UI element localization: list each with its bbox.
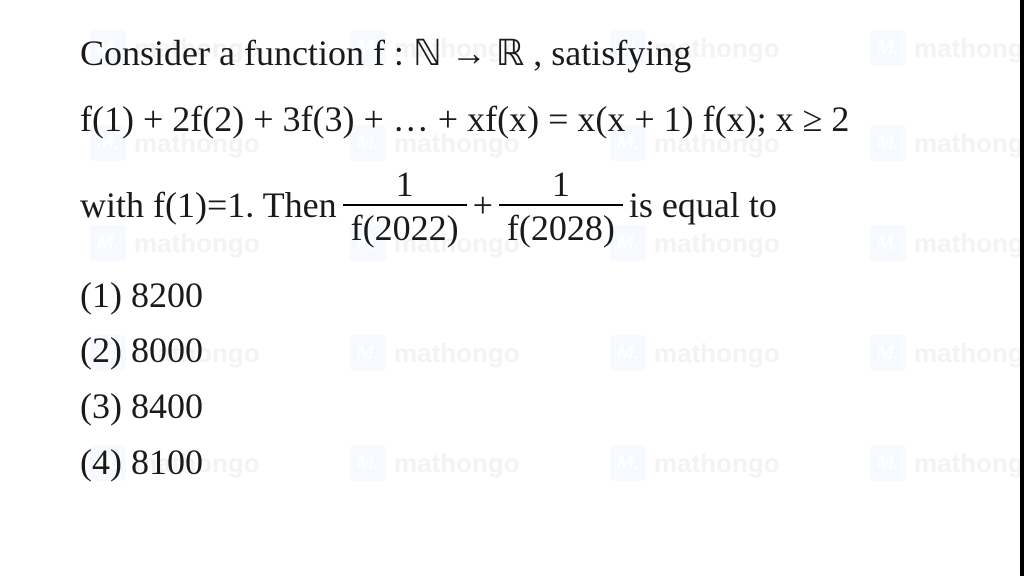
text-segment: is equal to (629, 178, 777, 234)
text-segment: Consider a function f : (80, 33, 413, 73)
option-value: 8000 (131, 330, 203, 370)
blackboard-r: ℝ (496, 33, 525, 73)
fraction-1: 1 f(2022) (343, 166, 467, 246)
option-label: (3) (80, 386, 122, 426)
option-value: 8400 (131, 386, 203, 426)
question-line-1: Consider a function f : ℕ → ℝ , satisfyi… (80, 26, 984, 82)
plus-sign: + (473, 178, 493, 234)
fraction-numerator: 1 (544, 166, 578, 204)
option-2[interactable]: (2) 8000 (80, 323, 984, 379)
option-label: (1) (80, 275, 122, 315)
fraction-2: 1 f(2028) (499, 166, 623, 246)
fraction-numerator: 1 (388, 166, 422, 204)
question-line-2: f(1) + 2f(2) + 3f(3) + … + xf(x) = x(x +… (80, 92, 984, 148)
arrow: → (442, 33, 496, 73)
option-1[interactable]: (1) 8200 (80, 268, 984, 324)
fraction-denominator: f(2022) (343, 204, 467, 246)
option-4[interactable]: (4) 8100 (80, 435, 984, 491)
option-value: 8200 (131, 275, 203, 315)
text-segment: with f(1)=1. Then (80, 178, 337, 234)
option-label: (2) (80, 330, 122, 370)
text-segment: , satisfying (524, 33, 691, 73)
question-line-3: with f(1)=1. Then 1 f(2022) + 1 f(2028) … (80, 166, 984, 246)
option-value: 8100 (131, 442, 203, 482)
fraction-denominator: f(2028) (499, 204, 623, 246)
option-label: (4) (80, 442, 122, 482)
option-3[interactable]: (3) 8400 (80, 379, 984, 435)
question-block: Consider a function f : ℕ → ℝ , satisfyi… (0, 0, 1024, 491)
blackboard-n: ℕ (413, 33, 442, 73)
options-list: (1) 8200 (2) 8000 (3) 8400 (4) 8100 (80, 268, 984, 491)
